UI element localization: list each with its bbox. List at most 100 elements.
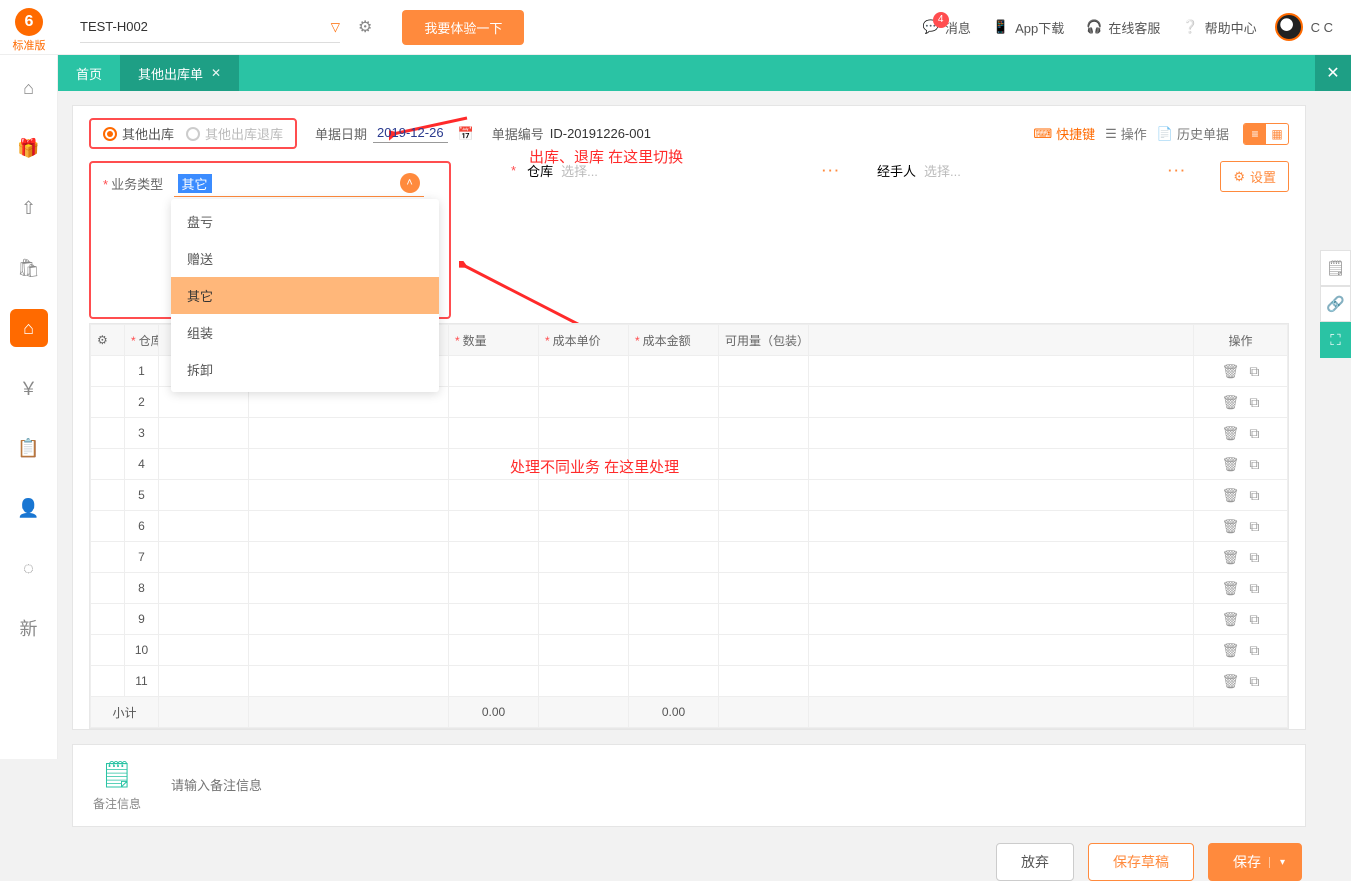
app-download-link[interactable]: 📱 App下载 xyxy=(993,18,1064,37)
save-draft-button[interactable]: 保存草稿 xyxy=(1088,843,1194,881)
table-row[interactable]: 9🗑⧉ xyxy=(91,604,1288,635)
tab-home[interactable]: 首页 xyxy=(58,55,120,91)
remark-input[interactable] xyxy=(171,778,1285,793)
grid-view-icon[interactable]: ▦ xyxy=(1266,124,1288,144)
copy-icon[interactable]: ⧉ xyxy=(1249,673,1259,690)
delete-icon[interactable]: 🗑 xyxy=(1222,363,1240,380)
header-toolbar: ⌨ 快捷键 ☰ 操作 📄 历史单据 ≡ ▦ xyxy=(1033,123,1289,145)
copy-icon[interactable]: ⧉ xyxy=(1249,456,1259,473)
copy-icon[interactable]: ⧉ xyxy=(1249,642,1259,659)
col-operate: 操作 xyxy=(1194,325,1288,356)
settings-button[interactable]: ⚙ 设置 xyxy=(1220,161,1289,192)
tab-active[interactable]: 其他出库单 ✕ xyxy=(120,55,239,91)
rail-clipboard-icon[interactable]: 📋 xyxy=(10,429,48,467)
copy-icon[interactable]: ⧉ xyxy=(1249,394,1259,411)
delete-icon[interactable]: 🗑 xyxy=(1222,580,1240,597)
radio-return[interactable]: 其他出库退库 xyxy=(186,124,283,143)
warehouse-placeholder[interactable]: 选择... xyxy=(561,161,814,180)
copy-icon[interactable]: ⧉ xyxy=(1249,363,1259,380)
dd-option-0[interactable]: 盘亏 xyxy=(171,203,439,240)
table-row[interactable]: 4🗑⧉ xyxy=(91,449,1288,480)
col-gear[interactable]: ⚙ xyxy=(91,325,125,356)
table-row[interactable]: 8🗑⧉ xyxy=(91,573,1288,604)
warehouse-more-icon[interactable]: ··· xyxy=(822,163,841,178)
dd-option-4[interactable]: 拆卸 xyxy=(171,351,439,388)
rail-gift-icon[interactable]: 🎁 xyxy=(10,129,48,167)
discard-button[interactable]: 放弃 xyxy=(996,843,1074,881)
rail-upload-icon[interactable]: ⇧ xyxy=(10,189,48,227)
copy-icon[interactable]: ⧉ xyxy=(1249,549,1259,566)
rail-contact-icon[interactable]: 👤 xyxy=(10,489,48,527)
gear-icon[interactable]: ⚙ xyxy=(358,17,372,37)
float-link-icon[interactable]: 🔗 xyxy=(1320,286,1351,322)
tab-close-icon[interactable]: ✕ xyxy=(211,66,221,80)
handler-field: 经手人 选择... ··· xyxy=(877,161,1187,180)
shortcut-label: 快捷键 xyxy=(1056,124,1095,143)
float-expand-icon[interactable]: ⛶ xyxy=(1320,322,1351,358)
chevron-up-icon: ˄ xyxy=(400,173,420,193)
delete-icon[interactable]: 🗑 xyxy=(1222,518,1240,535)
delete-icon[interactable]: 🗑 xyxy=(1222,425,1240,442)
save-label: 保存 xyxy=(1233,852,1261,872)
doc-date-value[interactable]: 2019-12-26 xyxy=(373,125,448,143)
doc-no-value: ID-20191226-001 xyxy=(550,126,651,141)
copy-icon[interactable]: ⧉ xyxy=(1249,611,1259,628)
tab-strip: 首页 其他出库单 ✕ ✕ xyxy=(58,55,1351,91)
radio-out[interactable]: 其他出库 xyxy=(103,124,174,143)
messages-link[interactable]: 💬 消息 4 xyxy=(923,18,971,37)
rail-warehouse-icon[interactable]: ⌂ xyxy=(10,309,48,347)
copy-icon[interactable]: ⧉ xyxy=(1249,580,1259,597)
dd-option-2[interactable]: 其它 xyxy=(171,277,439,314)
table-row[interactable]: 7🗑⧉ xyxy=(91,542,1288,573)
help-label: 帮助中心 xyxy=(1205,18,1257,37)
table-row[interactable]: 10🗑⧉ xyxy=(91,635,1288,666)
row-index: 2 xyxy=(125,387,159,418)
branch-select[interactable]: TEST-H002 ▽ xyxy=(80,11,340,43)
save-dropdown-icon[interactable]: ▾ xyxy=(1269,857,1285,868)
avatar[interactable] xyxy=(1275,13,1303,41)
view-toggle[interactable]: ≡ ▦ xyxy=(1243,123,1289,145)
calendar-icon[interactable]: 📅 xyxy=(458,126,474,142)
rail-money-icon[interactable]: ￥ xyxy=(10,369,48,407)
list-view-icon[interactable]: ≡ xyxy=(1244,124,1266,144)
operate-link[interactable]: ☰ 操作 xyxy=(1105,124,1147,143)
handler-placeholder[interactable]: 选择... xyxy=(924,161,1160,180)
delete-icon[interactable]: 🗑 xyxy=(1222,456,1240,473)
delete-icon[interactable]: 🗑 xyxy=(1222,549,1240,566)
rail-loading-icon[interactable]: ◌ xyxy=(10,549,48,587)
rail-new-icon[interactable]: 新 xyxy=(10,609,48,647)
cta-button[interactable]: 我要体验一下 xyxy=(402,10,524,45)
logo-icon: 6 xyxy=(15,8,43,36)
col-available: 可用量（包装） xyxy=(719,325,809,356)
biz-type-value: 其它 xyxy=(178,174,212,193)
support-link[interactable]: 🎧 在线客服 xyxy=(1086,18,1160,37)
delete-icon[interactable]: 🗑 xyxy=(1222,673,1240,690)
delete-icon[interactable]: 🗑 xyxy=(1222,611,1240,628)
doc-no-field: 单据编号 ID-20191226-001 xyxy=(492,124,651,143)
float-note-icon[interactable]: 🗒 xyxy=(1320,250,1351,286)
tabstrip-close-button[interactable]: ✕ xyxy=(1315,55,1351,91)
save-button[interactable]: 保存 ▾ xyxy=(1208,843,1302,881)
copy-icon[interactable]: ⧉ xyxy=(1249,487,1259,504)
table-row[interactable]: 11🗑⧉ xyxy=(91,666,1288,697)
delete-icon[interactable]: 🗑 xyxy=(1222,394,1240,411)
biz-type-dropdown: 盘亏 赠送 其它 组装 拆卸 xyxy=(171,199,439,392)
history-link[interactable]: 📄 历史单据 xyxy=(1157,124,1229,143)
dd-option-1[interactable]: 赠送 xyxy=(171,240,439,277)
copy-icon[interactable]: ⧉ xyxy=(1249,518,1259,535)
delete-icon[interactable]: 🗑 xyxy=(1222,642,1240,659)
table-row[interactable]: 6🗑⧉ xyxy=(91,511,1288,542)
rail-home-icon[interactable]: ⌂ xyxy=(10,69,48,107)
shortcut-link[interactable]: ⌨ 快捷键 xyxy=(1033,124,1095,143)
row-index: 3 xyxy=(125,418,159,449)
biz-type-select[interactable]: 其它 ˄ xyxy=(174,173,424,197)
handler-more-icon[interactable]: ··· xyxy=(1168,163,1187,178)
table-row[interactable]: 5🗑⧉ xyxy=(91,480,1288,511)
help-link[interactable]: ❔ 帮助中心 xyxy=(1182,18,1256,37)
table-row[interactable]: 3 🗑 ⧉ xyxy=(91,418,1288,449)
dd-option-3[interactable]: 组装 xyxy=(171,314,439,351)
copy-icon[interactable]: ⧉ xyxy=(1249,425,1259,442)
remark-icon-block: 🗒 备注信息 xyxy=(93,759,141,812)
rail-bag-icon[interactable]: 🛍 xyxy=(10,249,48,287)
delete-icon[interactable]: 🗑 xyxy=(1222,487,1240,504)
